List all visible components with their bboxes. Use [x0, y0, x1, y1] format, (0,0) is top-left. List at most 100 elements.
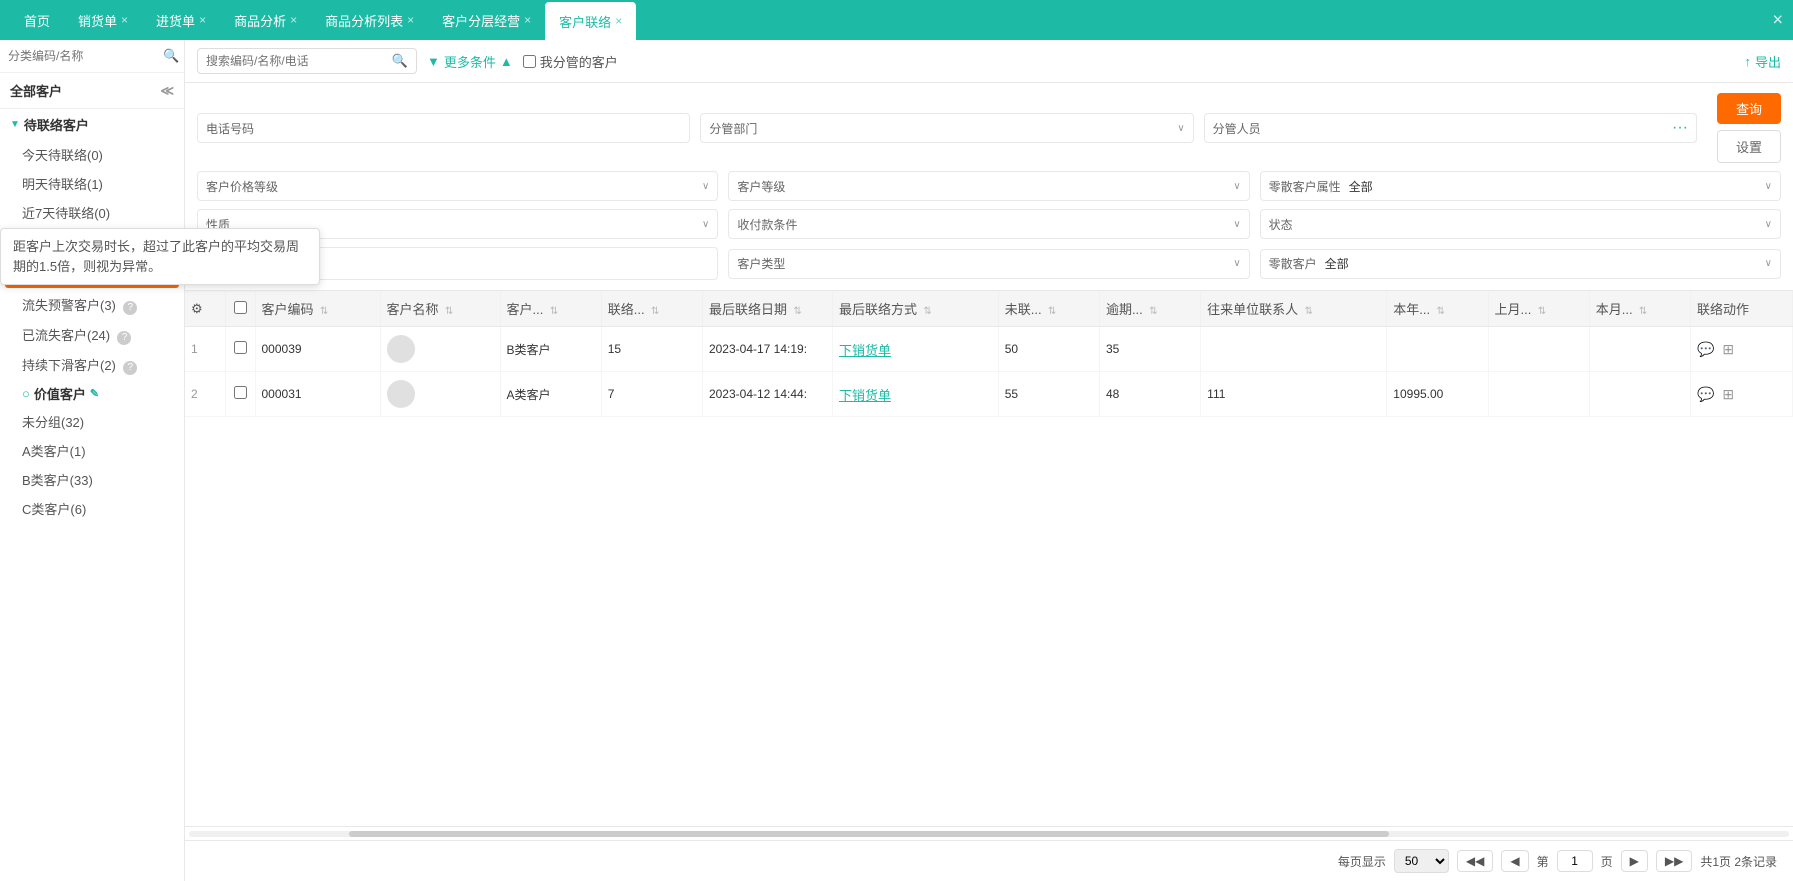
select-all-checkbox[interactable] — [234, 301, 247, 314]
nav-customer-segmentation[interactable]: 客户分层经营 × — [428, 0, 545, 40]
sort-icon-contact[interactable]: ⇅ — [651, 306, 659, 317]
question-icon-3: ? — [117, 331, 131, 345]
close-customer-contact-icon[interactable]: × — [615, 14, 622, 28]
more-conditions-btn[interactable]: ▼ 更多条件 ▲ — [427, 52, 513, 71]
row-checkbox-input-0[interactable] — [234, 341, 247, 354]
sidebar-collapse-icon[interactable]: ≪ — [160, 83, 174, 99]
dept-filter[interactable]: 分管部门 ∨ — [700, 113, 1193, 143]
sort-icon-date[interactable]: ⇅ — [793, 306, 801, 317]
row-person-1: 111 — [1201, 372, 1387, 417]
row-checkbox-0[interactable] — [225, 327, 255, 372]
sidebar-item-tomorrow-pending[interactable]: 明天待联络(1) — [0, 169, 184, 198]
my-customer-checkbox[interactable] — [523, 55, 536, 68]
staff-more-icon[interactable]: ··· — [1672, 119, 1688, 137]
last-page-btn[interactable]: ▶▶ — [1656, 850, 1692, 872]
sort-icon-type[interactable]: ⇅ — [550, 306, 558, 317]
my-customer-checkbox-label[interactable]: 我分管的客户 — [523, 52, 618, 71]
row-last-method-0[interactable]: 下销货单 — [832, 327, 998, 372]
action-chat-icon-0[interactable]: 💬 — [1697, 341, 1714, 358]
value-customer-edit-icon[interactable]: ✎ — [90, 387, 99, 400]
data-table-area: ⚙ 客户编码 ⇅ 客户名称 ⇅ — [185, 291, 1793, 826]
close-purchase-order-icon[interactable]: × — [199, 13, 206, 27]
price-grade-filter[interactable]: 客户价格等级 ∨ — [197, 171, 718, 201]
col-settings[interactable]: ⚙ — [185, 291, 225, 327]
page-number-input[interactable] — [1557, 850, 1593, 872]
close-product-analysis-icon[interactable]: × — [290, 13, 297, 27]
col-this-month-sales: 本月... ⇅ — [1589, 291, 1690, 327]
row-checkbox-1[interactable] — [225, 372, 255, 417]
nav-sales-order[interactable]: 销货单 × — [64, 0, 142, 40]
nav-purchase-order[interactable]: 进货单 × — [142, 0, 220, 40]
filter-row-3: 性质 ∨ 收付款条件 ∨ 状态 ∨ — [197, 209, 1781, 239]
close-product-analysis-list-icon[interactable]: × — [407, 13, 414, 27]
col-checkbox[interactable] — [225, 291, 255, 327]
last-method-link-0[interactable]: 下销货单 — [839, 343, 891, 358]
row-checkbox-input-1[interactable] — [234, 386, 247, 399]
col-overdue: 逾期... ⇅ — [1099, 291, 1200, 327]
row-code-1: 000031 — [255, 372, 380, 417]
sort-icon-code[interactable]: ⇅ — [320, 306, 328, 317]
first-page-btn[interactable]: ◀◀ — [1457, 850, 1493, 872]
per-page-select[interactable]: 50 100 200 — [1394, 849, 1449, 873]
sort-icon-thismonth[interactable]: ⇅ — [1639, 306, 1647, 317]
action-grid-icon-1[interactable]: ⊞ — [1722, 386, 1734, 403]
search-icon[interactable]: 🔍 — [392, 53, 408, 69]
sidebar-item-today-pending[interactable]: 今天待联络(0) — [0, 140, 184, 169]
row-last-method-1[interactable]: 下销货单 — [832, 372, 998, 417]
sidebar-item-already-churned[interactable]: 已流失客户(24) ? — [0, 320, 184, 350]
nav-customer-contact[interactable]: 客户联络 × — [545, 2, 636, 40]
sidebar-item-a-class[interactable]: A类客户(1) — [0, 436, 184, 465]
toolbar: 🔍 ▼ 更多条件 ▲ 我分管的客户 ↑ 导出 — [185, 40, 1793, 83]
query-button[interactable]: 查询 — [1717, 93, 1781, 124]
sidebar-item-c-class[interactable]: C类客户(6) — [0, 494, 184, 523]
customer-type-filter[interactable]: 客户类型 ∨ — [728, 249, 1249, 279]
sidebar-search-input[interactable] — [8, 49, 163, 63]
customer-table: ⚙ 客户编码 ⇅ 客户名称 ⇅ — [185, 291, 1793, 417]
customer-grade-filter[interactable]: 客户等级 ∨ — [728, 171, 1249, 201]
payment-filter[interactable]: 收付款条件 ∨ — [728, 209, 1249, 239]
action-chat-icon-1[interactable]: 💬 — [1697, 386, 1714, 403]
phone-filter[interactable]: 电话号码 — [197, 113, 690, 143]
sidebar-item-ungrouped[interactable]: 未分组(32) — [0, 407, 184, 436]
row-overdue-1: 48 — [1099, 372, 1200, 417]
sidebar-item-7days-pending[interactable]: 近7天待联络(0) — [0, 198, 184, 227]
sidebar-pending-contact-section[interactable]: ▼ 待联络客户 — [0, 109, 184, 140]
sidebar-item-churn-warning[interactable]: 流失预警客户(3) ? — [0, 290, 184, 320]
sort-icon-person[interactable]: ⇅ — [1305, 306, 1313, 317]
customer-type-label: 客户类型 — [737, 255, 785, 272]
sidebar-item-b-class[interactable]: B类客户(33) — [0, 465, 184, 494]
close-customer-segmentation-icon[interactable]: × — [524, 13, 531, 27]
sidebar-search-icon[interactable]: 🔍 — [163, 48, 179, 64]
last-method-link-1[interactable]: 下销货单 — [839, 388, 891, 403]
sort-icon-year[interactable]: ⇅ — [1436, 306, 1444, 317]
question-icon-2: ? — [123, 301, 137, 315]
sort-icon-lastmonth[interactable]: ⇅ — [1538, 306, 1546, 317]
nav-home[interactable]: 首页 — [10, 0, 64, 40]
row-this-month-0 — [1589, 327, 1690, 372]
staff-filter[interactable]: 分管人员 ··· — [1204, 113, 1697, 143]
next-page-btn[interactable]: ▶ — [1621, 850, 1648, 872]
retail-attr-filter[interactable]: 零散客户属性 全部 ∨ — [1260, 171, 1781, 201]
scrollbar-thumb[interactable] — [349, 831, 1389, 837]
sidebar-item-continuous-decline[interactable]: 持续下滑客户(2) ? — [0, 350, 184, 380]
close-sales-order-icon[interactable]: × — [121, 13, 128, 27]
horizontal-scrollbar[interactable] — [185, 826, 1793, 840]
pending-contact-arrow-icon: ▼ — [10, 119, 20, 130]
sort-icon-unlink[interactable]: ⇅ — [1048, 306, 1056, 317]
row-type-0: B类客户 — [500, 327, 601, 372]
sort-icon-method[interactable]: ⇅ — [923, 306, 931, 317]
set-button[interactable]: 设置 — [1717, 130, 1781, 163]
table-row: 2 000031 A类客户 7 2023-04-12 14:44: 下销货单 5… — [185, 372, 1793, 417]
prev-page-btn[interactable]: ◀ — [1501, 850, 1528, 872]
status-filter[interactable]: 状态 ∨ — [1260, 209, 1781, 239]
nav-product-analysis-list[interactable]: 商品分析列表 × — [311, 0, 428, 40]
window-close-icon[interactable]: × — [1772, 10, 1783, 31]
export-btn[interactable]: ↑ 导出 — [1744, 52, 1781, 71]
search-input[interactable] — [206, 54, 392, 68]
nav-product-analysis[interactable]: 商品分析 × — [220, 0, 311, 40]
settings-icon[interactable]: ⚙ — [191, 301, 203, 316]
retail-customer-filter[interactable]: 零散客户 全部 ∨ — [1260, 249, 1781, 279]
action-grid-icon-0[interactable]: ⊞ — [1722, 341, 1734, 358]
sort-icon-name[interactable]: ⇅ — [445, 306, 453, 317]
sort-icon-overdue[interactable]: ⇅ — [1149, 306, 1157, 317]
